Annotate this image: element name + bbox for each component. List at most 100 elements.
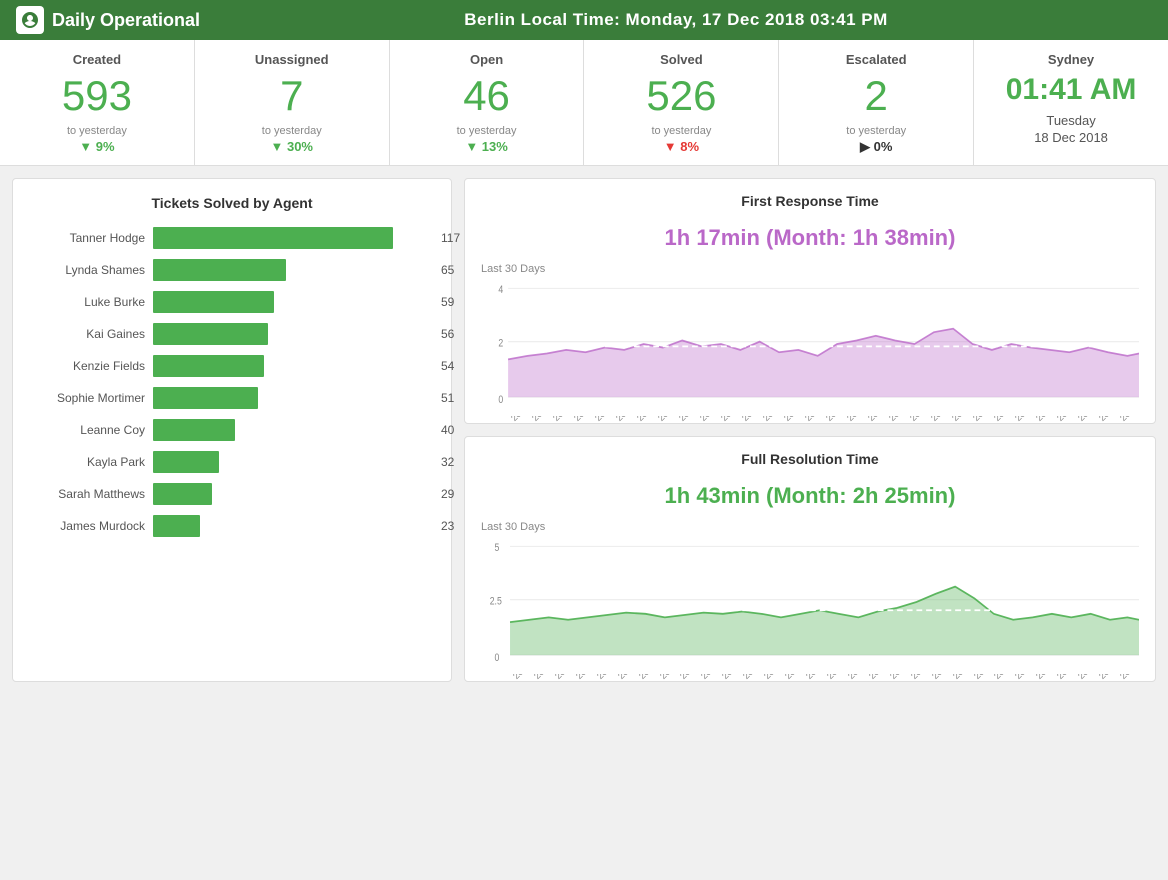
full-resolution-panel: Full Resolution Time 1h 43min (Month: 2h… bbox=[464, 436, 1156, 682]
bar-container: 23 bbox=[153, 515, 439, 537]
stat-open-to-yesterday: to yesterday bbox=[398, 125, 576, 137]
bar-container: 51 bbox=[153, 387, 439, 409]
stat-sydney-value: 01:41 AM bbox=[982, 75, 1160, 105]
bar-value: 117 bbox=[441, 231, 461, 245]
bar-label: Leanne Coy bbox=[25, 423, 145, 437]
bar-fill bbox=[153, 259, 286, 281]
bar-value: 23 bbox=[441, 519, 461, 533]
bar-container: 29 bbox=[153, 483, 439, 505]
bar-value: 59 bbox=[441, 295, 461, 309]
stat-solved-label: Solved bbox=[592, 52, 770, 67]
stat-sydney-date: 18 Dec 2018 bbox=[982, 130, 1160, 145]
bar-fill bbox=[153, 419, 235, 441]
bar-label: Sophie Mortimer bbox=[25, 391, 145, 405]
stat-created: Created 593 to yesterday ▼ 9% bbox=[0, 40, 195, 165]
stat-unassigned-change: ▼ 30% bbox=[203, 139, 381, 154]
bar-row: Kai Gaines 56 bbox=[25, 323, 439, 345]
stat-open-label: Open bbox=[398, 52, 576, 67]
stat-escalated-to-yesterday: to yesterday bbox=[787, 125, 965, 137]
full-resolution-chart: 5 2.5 0 2018-11-172018-11-182018-11-1920… bbox=[481, 537, 1139, 667]
first-response-chart: 4 2 0 2018-11-172018-11-182018-11 bbox=[481, 279, 1139, 409]
bar-value: 56 bbox=[441, 327, 461, 341]
stat-unassigned-value: 7 bbox=[203, 75, 381, 117]
bar-container: 32 bbox=[153, 451, 439, 473]
app-header: Daily Operational Berlin Local Time: Mon… bbox=[0, 0, 1168, 40]
bar-container: 117 bbox=[153, 227, 439, 249]
x-axis-label: 2018-12-10 bbox=[992, 674, 1032, 681]
bar-row: Lynda Shames 65 bbox=[25, 259, 439, 281]
bar-fill bbox=[153, 515, 200, 537]
stats-row: Created 593 to yesterday ▼ 9% Unassigned… bbox=[0, 40, 1168, 166]
bar-fill bbox=[153, 323, 268, 345]
stat-created-label: Created bbox=[8, 52, 186, 67]
svg-text:2.5: 2.5 bbox=[490, 596, 502, 608]
bar-value: 65 bbox=[441, 263, 461, 277]
stat-created-value: 593 bbox=[8, 75, 186, 117]
stat-unassigned: Unassigned 7 to yesterday ▼ 30% bbox=[195, 40, 390, 165]
bar-chart-panel: Tickets Solved by Agent Tanner Hodge 117… bbox=[12, 178, 452, 682]
svg-text:4: 4 bbox=[498, 284, 503, 296]
stat-open: Open 46 to yesterday ▼ 13% bbox=[390, 40, 585, 165]
bar-container: 65 bbox=[153, 259, 439, 281]
x-axis-label: 2018-12-16 bbox=[1118, 416, 1139, 423]
bar-fill bbox=[153, 387, 258, 409]
bar-label: James Murdock bbox=[25, 519, 145, 533]
bar-row: Kayla Park 32 bbox=[25, 451, 439, 473]
stat-unassigned-label: Unassigned bbox=[203, 52, 381, 67]
bar-value: 51 bbox=[441, 391, 461, 405]
stat-created-change: ▼ 9% bbox=[8, 139, 186, 154]
bar-fill bbox=[153, 227, 393, 249]
full-resolution-metric: 1h 43min (Month: 2h 25min) bbox=[481, 483, 1139, 509]
bar-chart-title: Tickets Solved by Agent bbox=[25, 195, 439, 211]
bar-container: 59 bbox=[153, 291, 439, 313]
bar-label: Tanner Hodge bbox=[25, 231, 145, 245]
bar-label: Kayla Park bbox=[25, 455, 145, 469]
bar-container: 56 bbox=[153, 323, 439, 345]
first-response-panel: First Response Time 1h 17min (Month: 1h … bbox=[464, 178, 1156, 424]
bar-row: James Murdock 23 bbox=[25, 515, 439, 537]
stat-sydney: Sydney 01:41 AM Tuesday 18 Dec 2018 bbox=[974, 40, 1168, 165]
bar-fill bbox=[153, 291, 274, 313]
bar-fill bbox=[153, 355, 264, 377]
stat-escalated: Escalated 2 to yesterday ▶ 0% bbox=[779, 40, 974, 165]
svg-text:0: 0 bbox=[495, 652, 500, 664]
bar-row: Luke Burke 59 bbox=[25, 291, 439, 313]
svg-text:0: 0 bbox=[498, 394, 503, 406]
app-logo: Daily Operational bbox=[16, 6, 200, 34]
bar-label: Lynda Shames bbox=[25, 263, 145, 277]
first-response-chart-label: Last 30 Days bbox=[481, 263, 1139, 275]
stat-escalated-value: 2 bbox=[787, 75, 965, 117]
x-axis-label: 2018-12-16 bbox=[1118, 674, 1139, 681]
bar-value: 32 bbox=[441, 455, 461, 469]
stat-sydney-label: Sydney bbox=[982, 52, 1160, 67]
full-resolution-chart-label: Last 30 Days bbox=[481, 521, 1139, 533]
bar-fill bbox=[153, 483, 212, 505]
stat-unassigned-to-yesterday: to yesterday bbox=[203, 125, 381, 137]
stat-escalated-label: Escalated bbox=[787, 52, 965, 67]
bar-container: 40 bbox=[153, 419, 439, 441]
stat-escalated-change: ▶ 0% bbox=[787, 139, 965, 155]
stat-sydney-day: Tuesday bbox=[982, 113, 1160, 128]
stat-created-to-yesterday: to yesterday bbox=[8, 125, 186, 137]
bar-label: Kenzie Fields bbox=[25, 359, 145, 373]
bar-row: Leanne Coy 40 bbox=[25, 419, 439, 441]
bar-container: 54 bbox=[153, 355, 439, 377]
stat-solved-to-yesterday: to yesterday bbox=[592, 125, 770, 137]
stat-open-value: 46 bbox=[398, 75, 576, 117]
bar-row: Sarah Matthews 29 bbox=[25, 483, 439, 505]
bar-fill bbox=[153, 451, 219, 473]
bar-row: Tanner Hodge 117 bbox=[25, 227, 439, 249]
x-axis-label: 2018-12-09 bbox=[972, 674, 1012, 681]
bar-value: 54 bbox=[441, 359, 461, 373]
right-panels: First Response Time 1h 17min (Month: 1h … bbox=[464, 178, 1156, 682]
stat-solved-value: 526 bbox=[592, 75, 770, 117]
stat-open-change: ▼ 13% bbox=[398, 139, 576, 154]
logo-icon bbox=[16, 6, 44, 34]
bar-label: Luke Burke bbox=[25, 295, 145, 309]
bar-value: 29 bbox=[441, 487, 461, 501]
bar-label: Kai Gaines bbox=[25, 327, 145, 341]
bar-row: Kenzie Fields 54 bbox=[25, 355, 439, 377]
app-title: Daily Operational bbox=[52, 10, 200, 31]
first-response-metric: 1h 17min (Month: 1h 38min) bbox=[481, 225, 1139, 251]
svg-text:2: 2 bbox=[498, 338, 503, 350]
